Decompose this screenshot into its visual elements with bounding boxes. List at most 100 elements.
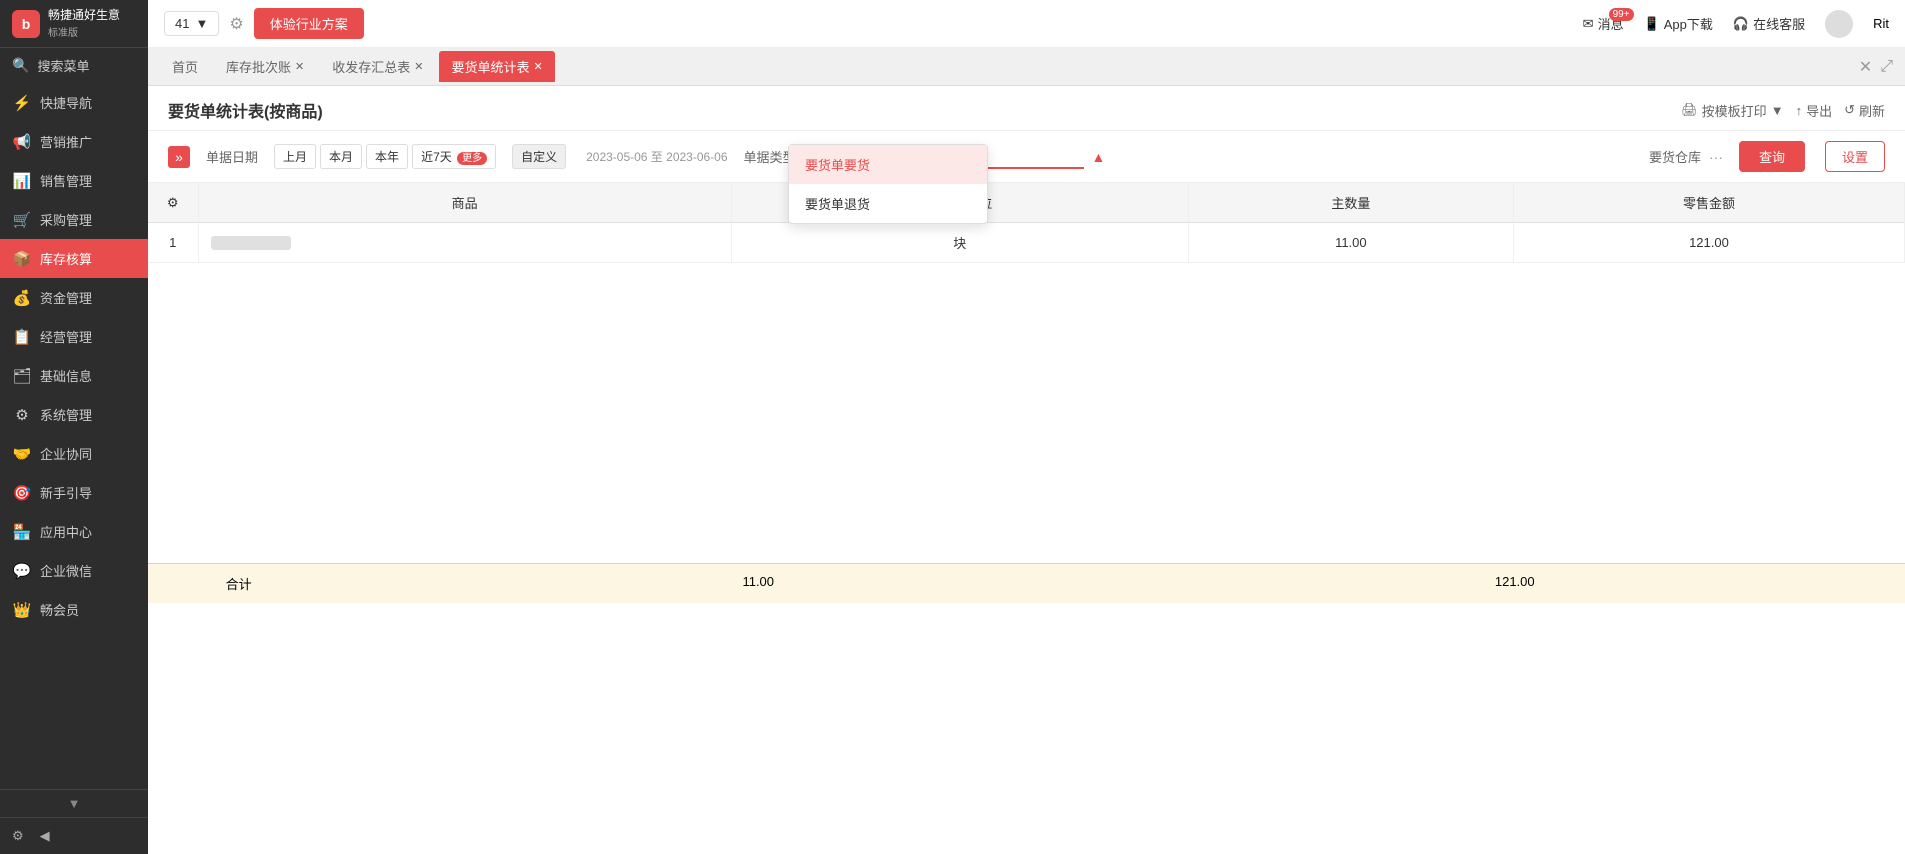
tab-close-all[interactable]: ✕ — [1859, 57, 1872, 77]
refresh-btn[interactable]: ↺ 刷新 — [1844, 101, 1885, 120]
refresh-icon: ↺ — [1844, 102, 1855, 118]
row-unit: 块 — [731, 223, 1188, 263]
corp-icon: 🤝 — [12, 445, 32, 463]
sidebar-nav: ⚡ 快捷导航 📢 营销推广 📊 销售管理 🛒 采购管理 📦 库存核算 💰 资金管… — [0, 83, 148, 789]
tab-receive-summary[interactable]: 收发存汇总表 ✕ — [320, 51, 435, 82]
trial-btn[interactable]: 体验行业方案 — [254, 8, 364, 39]
warehouse-more-icon[interactable]: ··· — [1709, 149, 1723, 165]
sidebar-item-purchase[interactable]: 🛒 采购管理 — [0, 200, 148, 239]
topbar-settings-icon[interactable]: ⚙ — [229, 14, 243, 34]
page-header: 要货单统计表(按商品) 🖨 按模板打印 ▼ ↑ 导出 ↺ 刷新 — [148, 86, 1905, 131]
filter-toggle-btn[interactable]: » — [168, 146, 190, 168]
print-btn[interactable]: 🖨 按模板打印 ▼ — [1681, 101, 1783, 120]
print-label: 按模板打印 — [1702, 101, 1767, 120]
warehouse-label: 要货仓库 — [1649, 147, 1701, 166]
sidebar-item-label: 销售管理 — [40, 171, 92, 190]
row-product — [198, 223, 731, 263]
date-btn-this-year[interactable]: 本年 — [366, 144, 408, 169]
online-service-btn[interactable]: 🎧 在线客服 — [1733, 14, 1805, 33]
sidebar-item-corp[interactable]: 🤝 企业协同 — [0, 434, 148, 473]
app-download-btn[interactable]: 📱 App下载 — [1644, 14, 1713, 33]
tab-home[interactable]: 首页 — [160, 51, 210, 82]
tab-order-stats-close[interactable]: ✕ — [534, 60, 543, 73]
type-dropdown: 要货单要货 要货单退货 — [788, 144, 988, 224]
basic-icon: 🗂 — [12, 367, 32, 385]
filter-settings-btn[interactable]: 设置 — [1825, 141, 1885, 172]
sales-icon: 📊 — [12, 172, 32, 190]
member-icon: 👑 — [12, 601, 32, 619]
refresh-label: 刷新 — [1859, 101, 1885, 120]
date-custom-btn[interactable]: 自定义 — [512, 144, 566, 169]
app-download-label: App下载 — [1664, 14, 1713, 33]
page-title: 要货单统计表(按商品) — [168, 98, 323, 122]
page-actions: 🖨 按模板打印 ▼ ↑ 导出 ↺ 刷新 — [1681, 101, 1885, 120]
col-amount: 零售金额 — [1513, 183, 1904, 223]
dropdown-item-order-return[interactable]: 要货单退货 — [789, 184, 987, 223]
print-dropdown-icon: ▼ — [1771, 103, 1784, 118]
sidebar: b 畅捷通好生意 标准版 🔍 搜索菜单 ⚡ 快捷导航 📢 营销推广 📊 销售管理… — [0, 0, 148, 854]
user-avatar[interactable] — [1825, 10, 1853, 38]
sidebar-item-sales[interactable]: 📊 销售管理 — [0, 161, 148, 200]
tab-inventory-batch-close[interactable]: ✕ — [295, 60, 304, 73]
collapse-icon[interactable]: ◀ — [40, 828, 50, 844]
logo-text: 畅捷通好生意 标准版 — [48, 8, 120, 39]
service-icon: 🎧 — [1733, 16, 1749, 32]
sidebar-item-appstore[interactable]: 🏪 应用中心 — [0, 512, 148, 551]
purchase-icon: 🛒 — [12, 211, 32, 229]
store-selector[interactable]: 41 ▼ — [164, 11, 219, 36]
sidebar-scroll-down[interactable]: ▼ — [0, 789, 148, 817]
sidebar-item-label: 经营管理 — [40, 327, 92, 346]
export-label: 导出 — [1806, 101, 1832, 120]
tab-inventory-batch-label: 库存批次账 — [226, 57, 291, 76]
date-btn-7days[interactable]: 近7天 更多 — [412, 144, 496, 169]
col-settings[interactable]: ⚙ — [148, 183, 198, 223]
tab-order-stats[interactable]: 要货单统计表 ✕ — [439, 51, 554, 82]
product-name-placeholder — [211, 236, 291, 250]
date-range-display: 2023-05-06 至 2023-06-06 — [586, 148, 727, 165]
main-area: 41 ▼ ⚙ 体验行业方案 ✉ 消息 99+ 📱 App下载 🎧 在线客服 Ri… — [148, 0, 1905, 854]
table-body: 1 块 11.00 121.00 — [148, 223, 1905, 263]
service-label: 在线客服 — [1753, 14, 1805, 33]
dropdown-item-order-goods[interactable]: 要货单要货 — [789, 145, 987, 184]
tab-expand[interactable]: ⤢ — [1880, 58, 1893, 76]
sidebar-item-wechat[interactable]: 💬 企业微信 — [0, 551, 148, 590]
operation-icon: 📋 — [12, 328, 32, 346]
quick-nav-icon: ⚡ — [12, 94, 32, 112]
date-btn-this-month[interactable]: 本月 — [320, 144, 362, 169]
sidebar-item-label: 应用中心 — [40, 522, 92, 541]
export-icon: ↑ — [1796, 103, 1803, 118]
sidebar-item-quick-nav[interactable]: ⚡ 快捷导航 — [0, 83, 148, 122]
message-badge: 99+ — [1609, 8, 1634, 21]
topbar: 41 ▼ ⚙ 体验行业方案 ✉ 消息 99+ 📱 App下载 🎧 在线客服 Ri… — [148, 0, 1905, 48]
sidebar-item-operation[interactable]: 📋 经营管理 — [0, 317, 148, 356]
page: 要货单统计表(按商品) 🖨 按模板打印 ▼ ↑ 导出 ↺ 刷新 — [148, 86, 1905, 854]
message-btn[interactable]: ✉ 消息 99+ — [1583, 14, 1624, 33]
table-header: ⚙ 商品 主计量单位 主数量 零售金额 — [148, 183, 1905, 223]
sidebar-item-inventory[interactable]: 📦 库存核算 — [0, 239, 148, 278]
query-btn[interactable]: 查询 — [1739, 141, 1805, 172]
sidebar-item-marketing[interactable]: 📢 营销推广 — [0, 122, 148, 161]
date-btn-last-month[interactable]: 上月 — [274, 144, 316, 169]
logo-icon: b — [12, 10, 40, 38]
sidebar-item-system[interactable]: ⚙ 系统管理 — [0, 395, 148, 434]
more-badge: 更多 — [457, 152, 487, 165]
footer-quantity: 11.00 — [380, 574, 1137, 593]
sidebar-item-member[interactable]: 👑 畅会员 — [0, 590, 148, 629]
sidebar-item-finance[interactable]: 💰 资金管理 — [0, 278, 148, 317]
col-product: 商品 — [198, 183, 731, 223]
store-dropdown-icon: ▼ — [195, 16, 208, 31]
type-dropdown-icon[interactable]: ▲ — [1092, 149, 1106, 165]
guide-icon: 🎯 — [12, 484, 32, 502]
sidebar-logo: b 畅捷通好生意 标准版 — [0, 0, 148, 48]
tab-inventory-batch[interactable]: 库存批次账 ✕ — [214, 51, 316, 82]
tab-receive-summary-close[interactable]: ✕ — [414, 60, 423, 73]
content-area: 要货单统计表(按商品) 🖨 按模板打印 ▼ ↑ 导出 ↺ 刷新 — [148, 86, 1905, 854]
export-btn[interactable]: ↑ 导出 — [1796, 101, 1833, 120]
sidebar-search[interactable]: 🔍 搜索菜单 — [0, 48, 148, 83]
wechat-icon: 💬 — [12, 562, 32, 580]
finance-icon: 💰 — [12, 289, 32, 307]
date-buttons: 上月 本月 本年 近7天 更多 — [274, 144, 496, 169]
sidebar-item-guide[interactable]: 🎯 新手引导 — [0, 473, 148, 512]
sidebar-item-basic[interactable]: 🗂 基础信息 — [0, 356, 148, 395]
settings-icon[interactable]: ⚙ — [12, 828, 24, 844]
